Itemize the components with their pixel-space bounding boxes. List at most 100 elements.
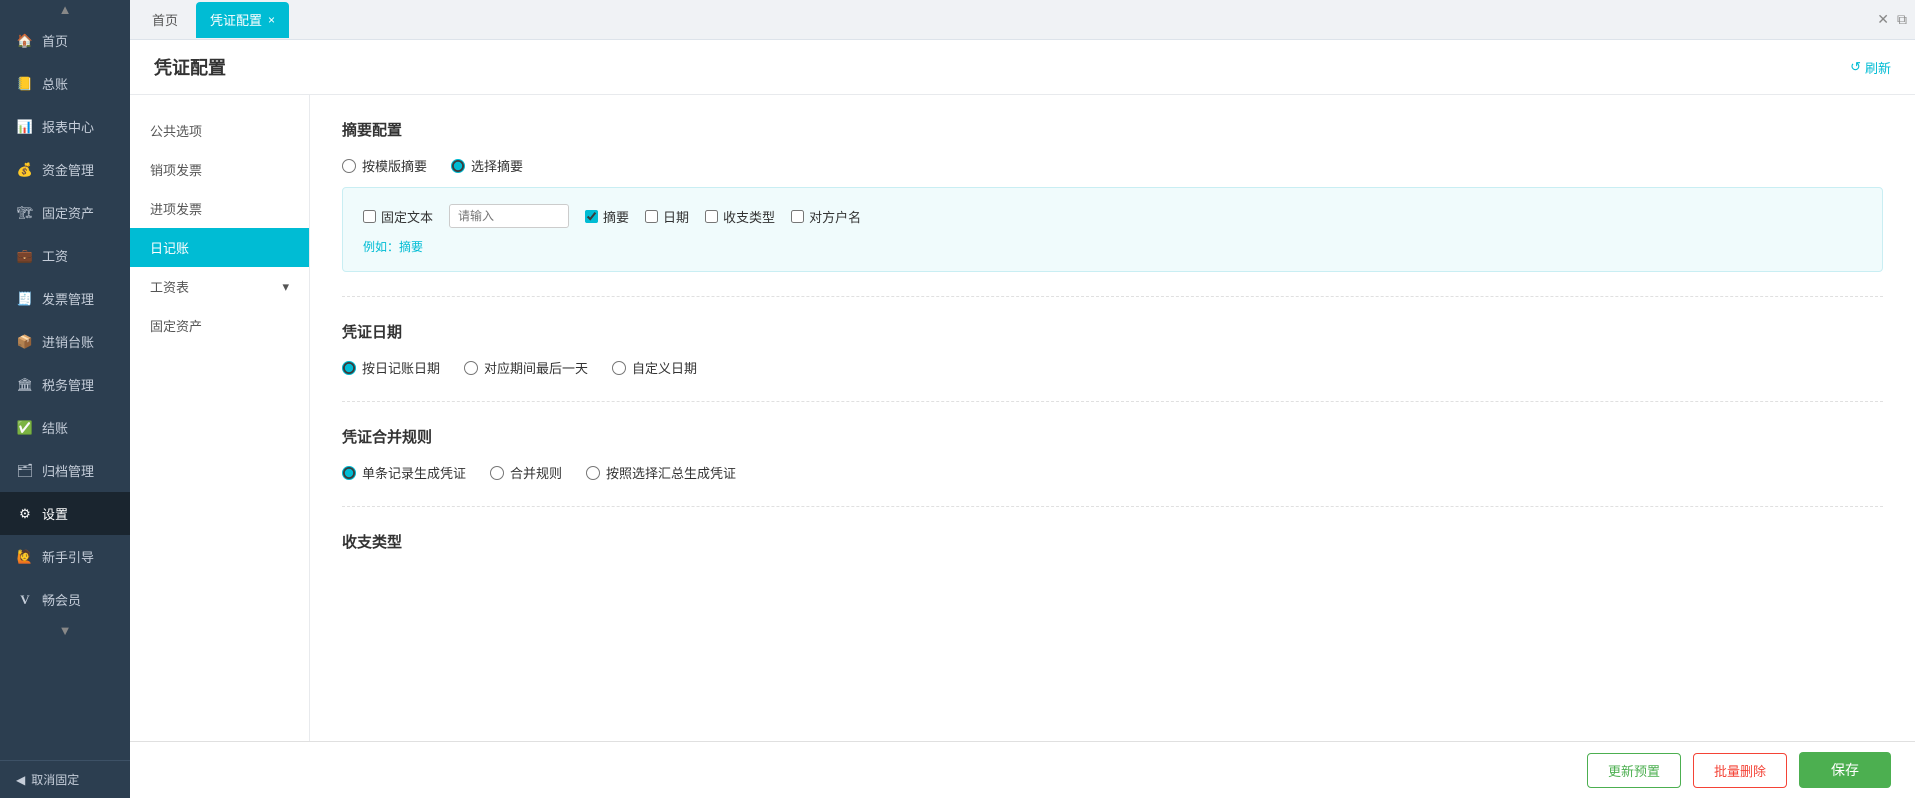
guide-icon: 🙋 (16, 548, 34, 566)
checkbox-summary-input[interactable] (585, 210, 598, 223)
summary-radio-group: 按模版摘要 选择摘要 (342, 156, 1883, 175)
date-radio-journal-input[interactable] (342, 361, 356, 375)
page-header: 凭证配置 ↺ 刷新 (130, 40, 1915, 95)
left-nav-sales[interactable]: 销项发票 (130, 150, 309, 189)
checkbox-counterpart[interactable]: 对方户名 (791, 207, 861, 226)
merge-radio-single[interactable]: 单条记录生成凭证 (342, 463, 466, 482)
sidebar-item-report-label: 报表中心 (42, 117, 94, 136)
checkbox-fixed-text[interactable]: 固定文本 (363, 207, 433, 226)
checkbox-summary[interactable]: 摘要 (585, 207, 629, 226)
sidebar-item-ledger[interactable]: 📒 总账 (0, 62, 130, 105)
summary-radio-select[interactable]: 选择摘要 (451, 156, 523, 175)
pin-icon: ◀ (16, 773, 25, 787)
merge-radio-select-label: 按照选择汇总生成凭证 (606, 463, 736, 482)
merge-radio-single-label: 单条记录生成凭证 (362, 463, 466, 482)
tab-voucher[interactable]: 凭证配置 × (196, 2, 289, 38)
body-layout: 公共选项 销项发票 进项发票 日记账 工资表 ▾ 固定资产 (130, 95, 1915, 741)
left-nav-payroll-label: 工资表 (150, 277, 189, 296)
checkbox-fixed-text-input[interactable] (363, 210, 376, 223)
vip-icon: V (16, 591, 34, 609)
sidebar-item-archive-label: 归档管理 (42, 461, 94, 480)
left-nav-public-label: 公共选项 (150, 121, 202, 140)
tax-icon: 🏛 (16, 376, 34, 394)
sidebar-item-archive[interactable]: 🗂 归档管理 (0, 449, 130, 492)
checkbox-income-type[interactable]: 收支类型 (705, 207, 775, 226)
tab-voucher-close[interactable]: × (268, 13, 275, 27)
sidebar-item-salary[interactable]: 💼 工资 (0, 234, 130, 277)
asset-icon: 🏗 (16, 204, 34, 222)
left-nav-fixedasset-label: 固定资产 (150, 316, 202, 335)
checkbox-date-input[interactable] (645, 210, 658, 223)
sidebar-cancel-pin[interactable]: ◀ 取消固定 (0, 760, 130, 798)
sidebar-item-guide-label: 新手引导 (42, 547, 94, 566)
date-radio-period-input[interactable] (464, 361, 478, 375)
sidebar-item-report[interactable]: 📊 报表中心 (0, 105, 130, 148)
left-nav-purchase[interactable]: 进项发票 (130, 189, 309, 228)
refresh-icon: ↺ (1850, 59, 1861, 75)
date-radio-period-label: 对应期间最后一天 (484, 358, 588, 377)
merge-radio-rule[interactable]: 合并规则 (490, 463, 562, 482)
window-close-button[interactable]: ✕ (1877, 11, 1889, 28)
fixed-text-input[interactable] (449, 204, 569, 228)
example-text: 例如：摘要 (363, 240, 423, 254)
fund-icon: 💰 (16, 161, 34, 179)
sidebar-item-settle[interactable]: ✅ 结账 (0, 406, 130, 449)
sidebar-item-ledger-label: 总账 (42, 74, 68, 93)
merge-radio-rule-input[interactable] (490, 466, 504, 480)
home-icon: 🏠 (16, 32, 34, 50)
summary-radio-select-input[interactable] (451, 159, 465, 173)
page-title: 凭证配置 (154, 54, 226, 80)
sidebar-item-tax[interactable]: 🏛 税务管理 (0, 363, 130, 406)
left-nav-payroll[interactable]: 工资表 ▾ (130, 267, 309, 306)
sidebar-item-settings[interactable]: ⚙ 设置 (0, 492, 130, 535)
checkbox-counterpart-input[interactable] (791, 210, 804, 223)
stock-icon: 📦 (16, 333, 34, 351)
save-button[interactable]: 保存 (1799, 752, 1891, 788)
sidebar-scroll-down[interactable]: ▼ (0, 621, 130, 640)
sidebar-item-stock[interactable]: 📦 进销台账 (0, 320, 130, 363)
window-restore-button[interactable]: ⧉ (1897, 11, 1907, 28)
left-nav-journal[interactable]: 日记账 (130, 228, 309, 267)
date-radio-journal[interactable]: 按日记账日期 (342, 358, 440, 377)
sidebar-item-settle-label: 结账 (42, 418, 68, 437)
refresh-button[interactable]: ↺ 刷新 (1850, 58, 1891, 77)
checkbox-date[interactable]: 日期 (645, 207, 689, 226)
settings-icon: ⚙ (16, 505, 34, 523)
merge-radio-select-input[interactable] (586, 466, 600, 480)
merge-radio-rule-label: 合并规则 (510, 463, 562, 482)
date-radio-custom-input[interactable] (612, 361, 626, 375)
sidebar-item-home[interactable]: 🏠 首页 (0, 19, 130, 62)
update-preview-button[interactable]: 更新预置 (1587, 753, 1681, 788)
sidebar-item-guide[interactable]: 🙋 新手引导 (0, 535, 130, 578)
left-nav-purchase-label: 进项发票 (150, 199, 202, 218)
checkbox-income-type-input[interactable] (705, 210, 718, 223)
sidebar-item-fund[interactable]: 💰 资金管理 (0, 148, 130, 191)
summary-config-box: 固定文本 摘要 日期 (342, 187, 1883, 272)
merge-radio-single-input[interactable] (342, 466, 356, 480)
checkbox-counterpart-label: 对方户名 (809, 207, 861, 226)
tab-home[interactable]: 首页 (138, 2, 192, 38)
merge-section-title: 凭证合并规则 (342, 426, 1883, 447)
left-nav-journal-label: 日记账 (150, 238, 189, 257)
sidebar-item-stock-label: 进销台账 (42, 332, 94, 351)
income-type-section-title: 收支类型 (342, 531, 1883, 552)
left-nav-public[interactable]: 公共选项 (130, 111, 309, 150)
merge-radio-select[interactable]: 按照选择汇总生成凭证 (586, 463, 736, 482)
summary-radio-template[interactable]: 按模版摘要 (342, 156, 427, 175)
sidebar-item-invoice[interactable]: 🧾 发票管理 (0, 277, 130, 320)
sidebar-item-vip[interactable]: V 畅会员 (0, 578, 130, 621)
sidebar-item-asset[interactable]: 🏗 固定资产 (0, 191, 130, 234)
date-radio-custom[interactable]: 自定义日期 (612, 358, 697, 377)
sidebar-scroll-up[interactable]: ▲ (0, 0, 130, 19)
refresh-label: 刷新 (1865, 58, 1891, 77)
batch-delete-button[interactable]: 批量删除 (1693, 753, 1787, 788)
income-type-section: 收支类型 (342, 507, 1883, 552)
date-radio-group: 按日记账日期 对应期间最后一天 自定义日期 (342, 358, 1883, 377)
ledger-icon: 📒 (16, 75, 34, 93)
left-nav-fixedasset[interactable]: 固定资产 (130, 306, 309, 345)
date-radio-period[interactable]: 对应期间最后一天 (464, 358, 588, 377)
summary-radio-template-input[interactable] (342, 159, 356, 173)
summary-radio-select-label: 选择摘要 (471, 156, 523, 175)
tab-voucher-label: 凭证配置 (210, 10, 262, 29)
left-nav: 公共选项 销项发票 进项发票 日记账 工资表 ▾ 固定资产 (130, 95, 310, 741)
